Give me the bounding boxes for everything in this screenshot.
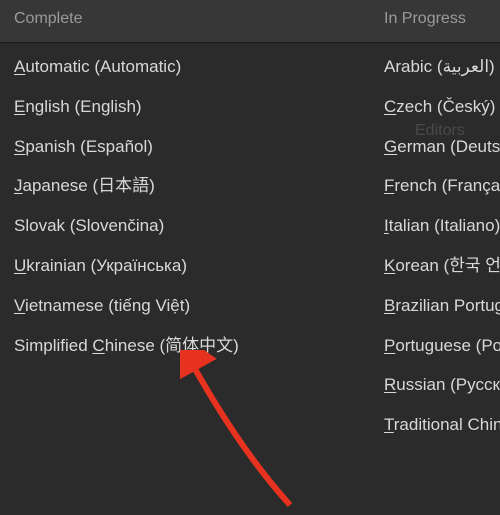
language-option[interactable]: Vietnamese (tiếng Việt) (0, 286, 370, 326)
language-option[interactable]: Portuguese (Português) (370, 326, 500, 366)
language-option[interactable]: Spanish (Español) (0, 127, 370, 167)
language-option[interactable]: Ukrainian (Українська) (0, 246, 370, 286)
language-option[interactable]: Slovak (Slovenčina) (0, 206, 370, 246)
in-progress-list: Arabic (العربية)Czech (Český)German (Deu… (370, 47, 500, 445)
complete-list: Automatic (Automatic)English (English)Sp… (0, 47, 370, 365)
divider (370, 42, 500, 43)
language-option[interactable]: Simplified Chinese (简体中文) (0, 326, 370, 366)
language-option[interactable]: Russian (Русский) (370, 365, 500, 405)
language-option[interactable]: Arabic (العربية) (370, 47, 500, 87)
language-option[interactable]: French (Français) (370, 166, 500, 206)
language-option[interactable]: German (Deutsch) (370, 127, 500, 167)
language-option[interactable]: Brazilian Portuguese (370, 286, 500, 326)
language-option[interactable]: Italian (Italiano) (370, 206, 500, 246)
language-option[interactable]: Japanese (日本語) (0, 166, 370, 206)
language-option[interactable]: Czech (Český) (370, 87, 500, 127)
in-progress-column: In Progress Arabic (العربية)Czech (Český… (370, 0, 500, 500)
in-progress-header: In Progress (370, 0, 500, 42)
language-option[interactable]: Traditional Chinese (370, 405, 500, 445)
complete-column: Complete Automatic (Automatic)English (E… (0, 0, 370, 500)
complete-header: Complete (0, 0, 370, 42)
language-option[interactable]: Automatic (Automatic) (0, 47, 370, 87)
divider (0, 42, 370, 43)
language-option[interactable]: Korean (한국 언어) (370, 246, 500, 286)
language-option[interactable]: English (English) (0, 87, 370, 127)
